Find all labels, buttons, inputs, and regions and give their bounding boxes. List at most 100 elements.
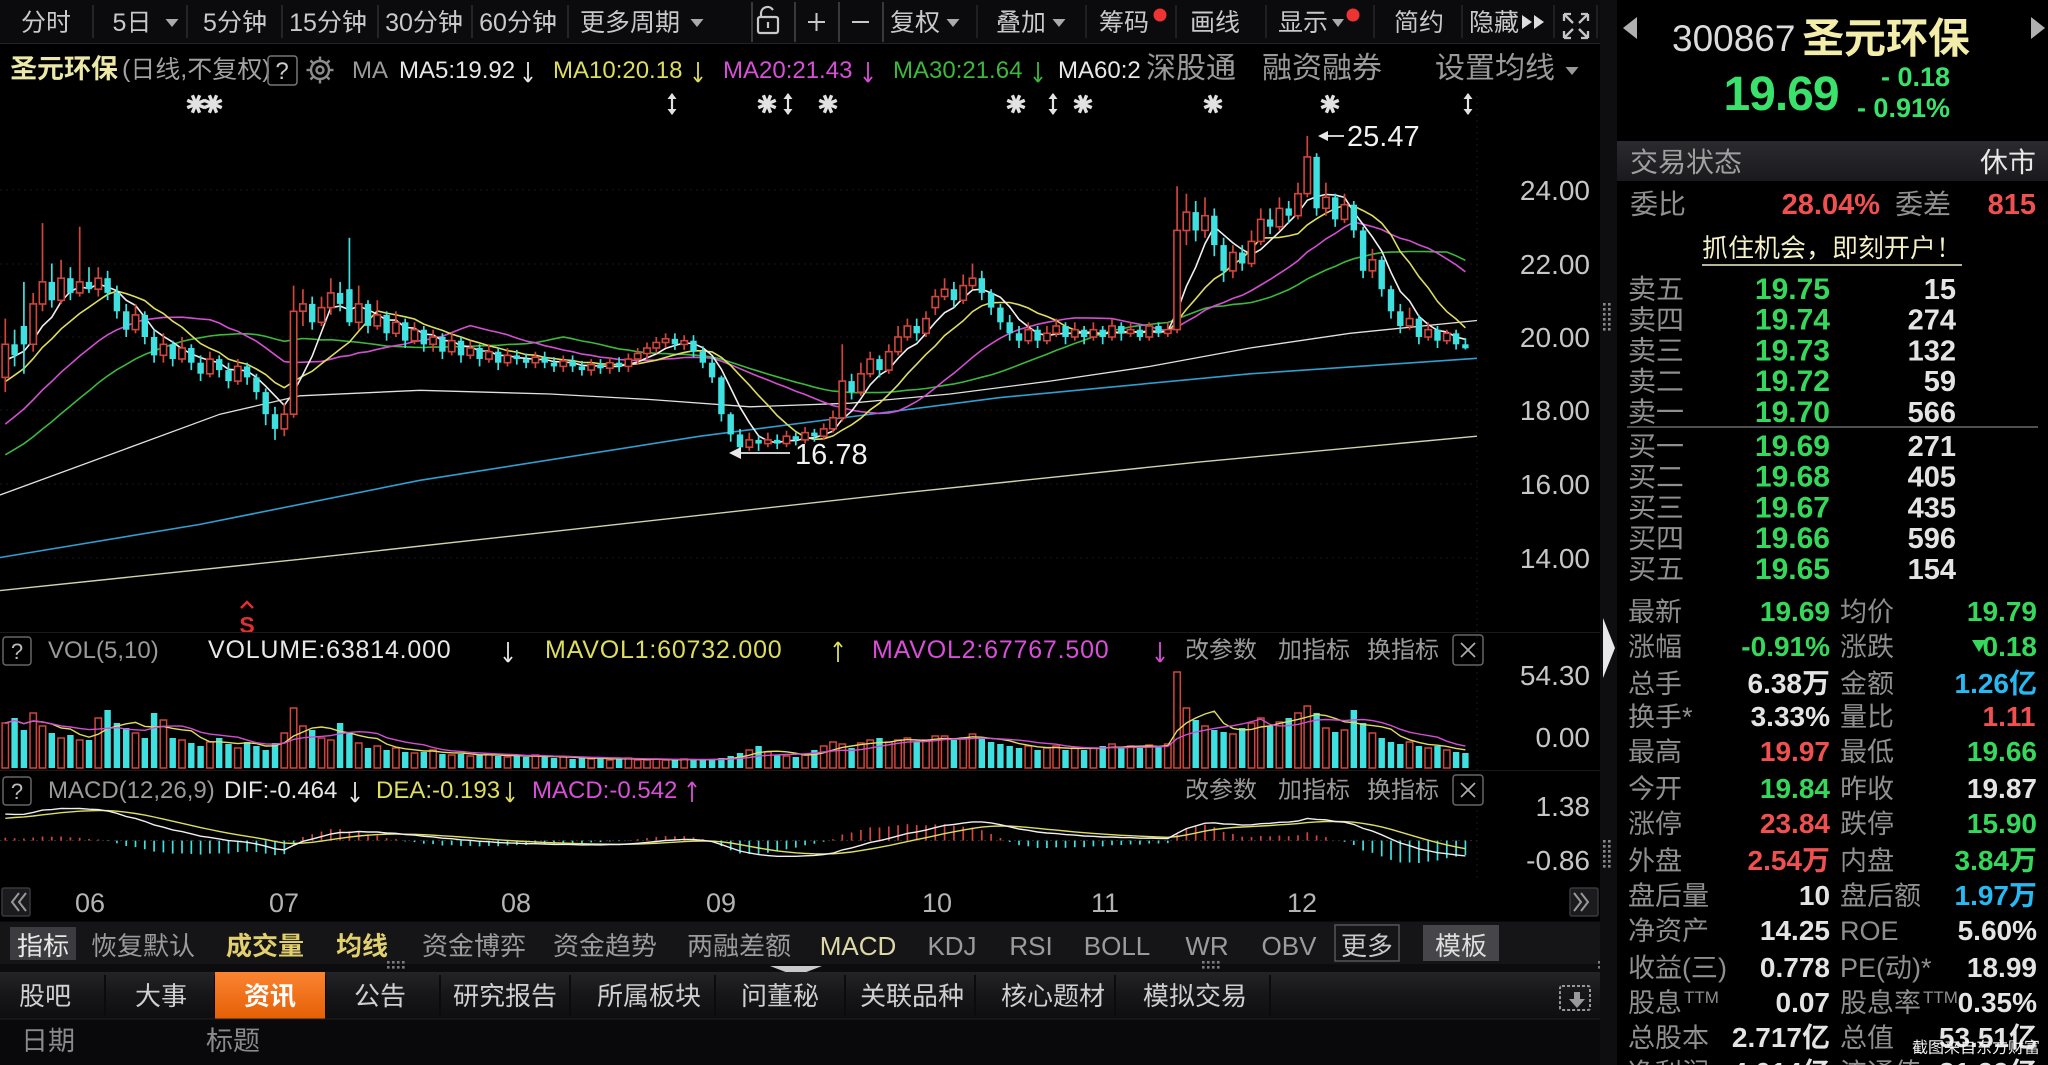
svg-text:MA20:21.43: MA20:21.43	[723, 57, 852, 84]
svg-text:10: 10	[1799, 880, 1830, 911]
svg-text:19.69: 19.69	[1755, 430, 1830, 463]
svg-text:19.68: 19.68	[1755, 461, 1830, 494]
svg-text:?: ?	[11, 779, 23, 804]
svg-text:-0.86: -0.86	[1526, 845, 1590, 876]
svg-text:5: 5	[203, 9, 217, 37]
svg-text:19.67: 19.67	[1755, 491, 1830, 524]
svg-text:16.00: 16.00	[1520, 469, 1590, 500]
svg-text:19.72: 19.72	[1755, 365, 1830, 398]
svg-text:12: 12	[1287, 888, 1317, 918]
svg-text:MAVOL2:67767.500: MAVOL2:67767.500	[872, 636, 1110, 664]
svg-text:,: ,	[180, 55, 187, 83]
svg-text:815: 815	[1988, 189, 2036, 221]
svg-text:2.54: 2.54	[1748, 845, 1803, 876]
svg-text:WR: WR	[1185, 931, 1228, 961]
svg-text:274: 274	[1908, 305, 1956, 337]
svg-text:?: ?	[275, 58, 288, 85]
svg-text:VOL(5,10): VOL(5,10)	[48, 637, 159, 664]
svg-text:19.74: 19.74	[1755, 304, 1830, 337]
svg-text:19.65: 19.65	[1755, 553, 1830, 586]
svg-text:566: 566	[1908, 397, 1956, 429]
svg-text:)*: )*	[1912, 953, 1932, 983]
svg-text:MAVOL1:60732.000: MAVOL1:60732.000	[545, 636, 783, 664]
svg-text:MA: MA	[352, 57, 388, 84]
svg-text:0.18: 0.18	[1983, 631, 2038, 662]
svg-text:19.73: 19.73	[1755, 334, 1830, 367]
svg-text:(: (	[122, 55, 131, 83]
svg-text:VOLUME:63814.000: VOLUME:63814.000	[208, 636, 452, 664]
svg-text:MA30:21.64: MA30:21.64	[893, 57, 1022, 84]
svg-text:19.69: 19.69	[1723, 68, 1838, 121]
svg-text:1.26: 1.26	[1955, 668, 2010, 699]
svg-text:MACD: MACD	[820, 931, 897, 961]
svg-text:MA60:2: MA60:2	[1058, 57, 1141, 84]
svg-text:19.87: 19.87	[1967, 773, 2037, 804]
svg-text:18.99: 18.99	[1967, 952, 2037, 983]
svg-text:): )	[1718, 953, 1727, 983]
svg-text:MACD:-0.542: MACD:-0.542	[532, 777, 677, 804]
svg-text:*: *	[1682, 702, 1693, 732]
svg-text:MA10:20.18: MA10:20.18	[553, 57, 682, 84]
svg-text:14.00: 14.00	[1520, 543, 1590, 574]
svg-text:16.78: 16.78	[795, 439, 868, 471]
svg-text:ROE: ROE	[1840, 916, 1899, 946]
svg-text:-0.91%: -0.91%	[1741, 631, 1830, 662]
svg-text:11: 11	[1091, 888, 1119, 918]
svg-text:300867: 300867	[1672, 18, 1795, 59]
svg-text:25.47: 25.47	[1347, 121, 1420, 153]
svg-text:2.717: 2.717	[1732, 1022, 1802, 1053]
svg-text:BOLL: BOLL	[1084, 931, 1151, 961]
svg-text:0.778: 0.778	[1760, 952, 1830, 983]
svg-text:435: 435	[1908, 492, 1956, 524]
svg-text:15: 15	[289, 9, 317, 37]
svg-text:19.66: 19.66	[1755, 522, 1830, 555]
svg-text:596: 596	[1908, 523, 1956, 555]
svg-text:08: 08	[501, 888, 531, 918]
svg-text:- 0.91%: - 0.91%	[1857, 93, 1950, 123]
svg-text:22.00: 22.00	[1520, 249, 1590, 280]
svg-text:5: 5	[113, 9, 127, 37]
svg-text:59: 59	[1924, 366, 1956, 398]
svg-text:15.90: 15.90	[1967, 808, 2037, 839]
svg-text:60: 60	[479, 9, 507, 37]
svg-text:06: 06	[75, 888, 105, 918]
svg-text:14.25: 14.25	[1760, 915, 1830, 946]
svg-text:(: (	[1682, 953, 1691, 983]
svg-text:DEA:-0.193: DEA:-0.193	[376, 777, 500, 804]
svg-text:- 0.18: - 0.18	[1881, 62, 1950, 92]
svg-text:0.07: 0.07	[1776, 987, 1831, 1018]
svg-text:20.00: 20.00	[1520, 322, 1590, 353]
svg-text:S: S	[239, 612, 254, 638]
svg-text:09: 09	[706, 888, 736, 918]
svg-text:19.84: 19.84	[1760, 773, 1830, 804]
svg-text:23.84: 23.84	[1760, 808, 1830, 839]
svg-text:6.38: 6.38	[1748, 668, 1803, 699]
svg-text:?: ?	[11, 639, 23, 664]
svg-text:PE(: PE(	[1840, 953, 1885, 983]
svg-text:154: 154	[1908, 554, 1956, 586]
svg-text:30: 30	[385, 9, 413, 37]
svg-text:): )	[262, 55, 270, 83]
svg-text:MACD(12,26,9): MACD(12,26,9)	[48, 777, 215, 804]
svg-text:4.014: 4.014	[1732, 1057, 1802, 1065]
svg-text:28.04%: 28.04%	[1782, 189, 1881, 221]
svg-text:1.11: 1.11	[1983, 701, 2036, 732]
svg-text:3.33%: 3.33%	[1751, 701, 1830, 732]
svg-text:405: 405	[1908, 462, 1956, 494]
svg-text:15: 15	[1924, 274, 1956, 306]
svg-text:DIF:-0.464: DIF:-0.464	[224, 777, 337, 804]
svg-text:19.75: 19.75	[1755, 273, 1830, 306]
svg-text:19.79: 19.79	[1967, 596, 2037, 627]
svg-text:KDJ: KDJ	[927, 931, 976, 961]
svg-text:1.97: 1.97	[1955, 880, 2010, 911]
svg-text:TTM: TTM	[1923, 988, 1958, 1007]
svg-text:OBV: OBV	[1262, 931, 1318, 961]
svg-text:21.99: 21.99	[1939, 1057, 2009, 1065]
svg-text:19.66: 19.66	[1967, 736, 2037, 767]
svg-text:1.38: 1.38	[1536, 791, 1591, 822]
svg-text:07: 07	[269, 888, 299, 918]
svg-text:271: 271	[1908, 431, 1956, 463]
svg-text:19.97: 19.97	[1760, 736, 1830, 767]
svg-text:24.00: 24.00	[1520, 175, 1590, 206]
svg-text:5.60%: 5.60%	[1958, 915, 2037, 946]
